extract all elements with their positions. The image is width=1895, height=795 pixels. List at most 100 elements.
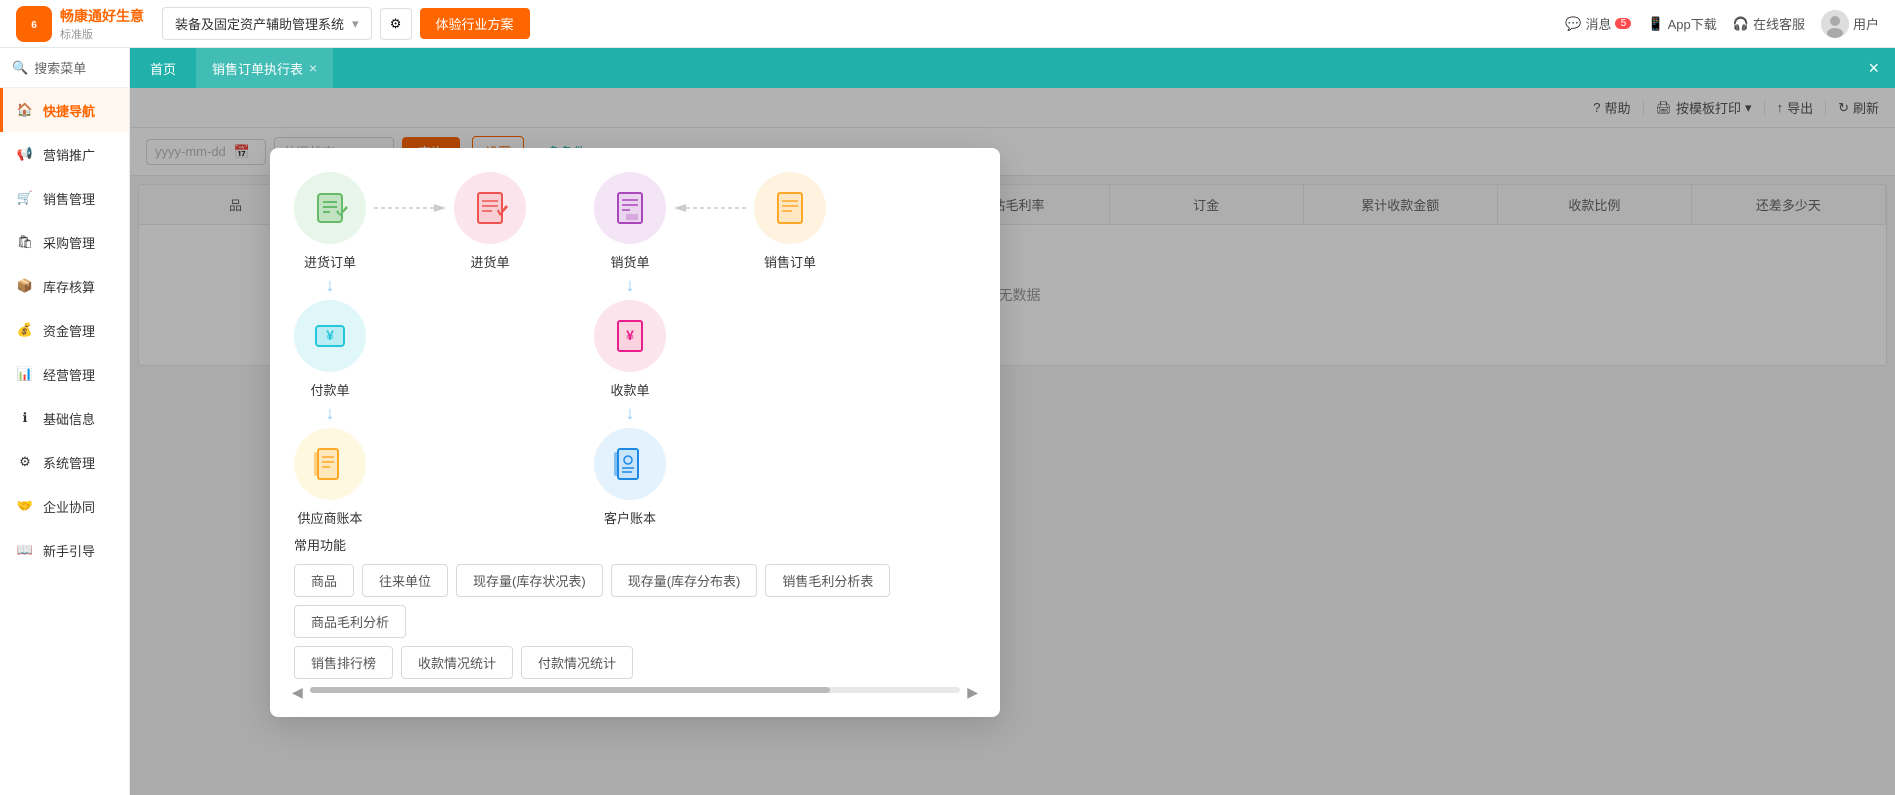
func-payment-stats-button[interactable]: 付款情况统计 [521, 646, 633, 679]
logo-text: 畅康通好生意 标准版 [60, 6, 144, 42]
receipt-label: 收款单 [610, 380, 649, 399]
sales-bill-circle [594, 172, 666, 244]
main-area: 🔍 搜索菜单 🏠 快捷导航 📢 营销推广 🛒 销售管理 🛍 采购管理 📦 [0, 48, 1895, 795]
func-sales-profit-button[interactable]: 销售毛利分析表 [765, 564, 890, 597]
func-product-button[interactable]: 商品 [294, 564, 354, 597]
supplier-ledger-label: 供应商账本 [297, 508, 362, 527]
payment-node[interactable]: ¥ 付款单 [294, 300, 366, 399]
scroll-left-arrow[interactable]: ◀ [292, 684, 303, 701]
settings-button[interactable]: ⚙ [380, 8, 412, 40]
svg-text:¥: ¥ [626, 327, 634, 343]
func-product-profit-button[interactable]: 商品毛利分析 [294, 605, 406, 638]
try-industry-button[interactable]: 体验行业方案 [420, 8, 530, 39]
purchase-order-label: 进货订单 [304, 252, 356, 271]
purchase-bill-col: 进货单 [454, 172, 526, 271]
sales-icon: 🛒 [15, 188, 35, 208]
headset-icon: 🎧 [1733, 16, 1749, 32]
top-right-actions: 💬 消息 5 📱 App下载 🎧 在线客服 用户 [1565, 10, 1879, 38]
tab-close-button[interactable]: × [309, 60, 317, 76]
app-container: 6 畅康通好生意 标准版 装备及固定资产辅助管理系统 ▾ ⚙ 体验行业方案 💬 … [0, 0, 1895, 795]
sidebar-item-cooperation[interactable]: 🤝 企业协同 [0, 484, 129, 528]
func-buttons-row1: 商品 往来单位 现存量(库存状况表) 现存量(库存分布表) 销售毛利分析表 商品… [294, 564, 976, 638]
close-all-tabs-button[interactable]: × [1868, 58, 1879, 79]
func-inventory-status-button[interactable]: 现存量(库存状况表) [456, 564, 603, 597]
func-partner-button[interactable]: 往来单位 [362, 564, 448, 597]
sales-order-circle [754, 172, 826, 244]
search-icon: 🔍 [12, 60, 28, 76]
modal-overlay[interactable]: 进货订单 ↓ ¥ [130, 88, 1895, 795]
supplier-ledger-circle [294, 428, 366, 500]
modal-scrollbar [310, 687, 960, 693]
modal-scrollbar-container: ◀ ▶ [294, 687, 976, 693]
message-icon: 💬 [1565, 16, 1581, 32]
left-flow-col: 进货订单 ↓ ¥ [294, 172, 366, 527]
megaphone-icon: 📢 [15, 144, 35, 164]
sidebar: 🔍 搜索菜单 🏠 快捷导航 📢 营销推广 🛒 销售管理 🛍 采购管理 📦 [0, 48, 130, 795]
system-selector[interactable]: 装备及固定资产辅助管理系统 ▾ [162, 7, 372, 40]
receipt-circle: ¥ [594, 300, 666, 372]
chevron-down-icon: ▾ [352, 16, 359, 32]
sidebar-item-sales[interactable]: 🛒 销售管理 [0, 176, 129, 220]
tab-sales-execution[interactable]: 销售订单执行表 × [196, 48, 333, 88]
func-inventory-dist-button[interactable]: 现存量(库存分布表) [611, 564, 758, 597]
top-bar: 6 畅康通好生意 标准版 装备及固定资产辅助管理系统 ▾ ⚙ 体验行业方案 💬 … [0, 0, 1895, 48]
logo-area: 6 畅康通好生意 标准版 [16, 6, 146, 42]
user-menu[interactable]: 用户 [1821, 10, 1879, 38]
search-menu-button[interactable]: 🔍 搜索菜单 [0, 48, 129, 88]
func-sales-rank-button[interactable]: 销售排行榜 [294, 646, 393, 679]
tab-bar: 首页 销售订单执行表 × × [130, 48, 1895, 88]
home-icon: 🏠 [15, 100, 35, 120]
tab-home[interactable]: 首页 [130, 48, 196, 88]
operations-icon: 📊 [15, 364, 35, 384]
logo-icon: 6 [16, 6, 52, 42]
supplier-ledger-node[interactable]: 供应商账本 [294, 428, 366, 527]
arrow-purchase-to-payment: ↓ [326, 275, 335, 296]
arrow-sales-to-receipt: ↓ [626, 275, 635, 296]
online-service-button[interactable]: 🎧 在线客服 [1733, 14, 1805, 33]
sidebar-item-basic-info[interactable]: ℹ 基础信息 [0, 396, 129, 440]
page-content: ? 帮助 🖨 按模板打印 ▾ ↑ 导出 [130, 88, 1895, 795]
sidebar-item-operations[interactable]: 📊 经营管理 [0, 352, 129, 396]
finance-icon: 💰 [15, 320, 35, 340]
purchase-order-node[interactable]: 进货订单 [294, 172, 366, 271]
receipt-node[interactable]: ¥ 收款单 [594, 300, 666, 399]
customer-ledger-node[interactable]: 客户账本 [594, 428, 666, 527]
content-area: 首页 销售订单执行表 × × ? 帮助 🖨 [130, 48, 1895, 795]
scroll-right-arrow[interactable]: ▶ [967, 684, 978, 701]
purchase-bill-circle [454, 172, 526, 244]
gear-icon: ⚙ [390, 16, 402, 32]
scrollbar-thumb[interactable] [310, 687, 830, 693]
arrow-payment-to-supplier: ↓ [326, 403, 335, 424]
sidebar-item-quick-nav[interactable]: 🏠 快捷导航 [0, 88, 129, 132]
common-functions-title: 常用功能 [294, 535, 976, 554]
sales-order-col: 销售订单 [754, 172, 826, 271]
system-icon: ⚙ [15, 452, 35, 472]
guide-icon: 📖 [15, 540, 35, 560]
flow-diagram: 进货订单 ↓ ¥ [294, 172, 976, 527]
phone-icon: 📱 [1647, 16, 1663, 32]
sidebar-item-marketing[interactable]: 📢 营销推广 [0, 132, 129, 176]
sidebar-item-purchase[interactable]: 🛍 采购管理 [0, 220, 129, 264]
payment-label: 付款单 [310, 380, 349, 399]
func-receipt-stats-button[interactable]: 收款情况统计 [401, 646, 513, 679]
sidebar-item-guide[interactable]: 📖 新手引导 [0, 528, 129, 572]
purchase-icon: 🛍 [15, 232, 35, 252]
sidebar-item-finance[interactable]: 💰 资金管理 [0, 308, 129, 352]
sidebar-item-system[interactable]: ⚙ 系统管理 [0, 440, 129, 484]
arrow-sales-order-to-bill [670, 172, 750, 224]
quick-guide-modal: 进货订单 ↓ ¥ [270, 148, 1000, 717]
sales-order-label: 销售订单 [764, 252, 816, 271]
app-download-button[interactable]: 📱 App下载 [1647, 14, 1716, 33]
sales-bill-node[interactable]: 销货单 [594, 172, 666, 271]
sales-bill-label: 销货单 [610, 252, 649, 271]
message-badge: 5 [1615, 18, 1631, 29]
arrow-receipt-to-customer: ↓ [626, 403, 635, 424]
func-buttons-row2: 销售排行榜 收款情况统计 付款情况统计 [294, 646, 976, 679]
sidebar-item-inventory[interactable]: 📦 库存核算 [0, 264, 129, 308]
message-button[interactable]: 💬 消息 5 [1565, 14, 1631, 33]
purchase-order-circle [294, 172, 366, 244]
sales-order-node[interactable]: 销售订单 [754, 172, 826, 271]
purchase-bill-node[interactable]: 进货单 [454, 172, 526, 271]
info-icon: ℹ [15, 408, 35, 428]
customer-ledger-label: 客户账本 [604, 508, 656, 527]
